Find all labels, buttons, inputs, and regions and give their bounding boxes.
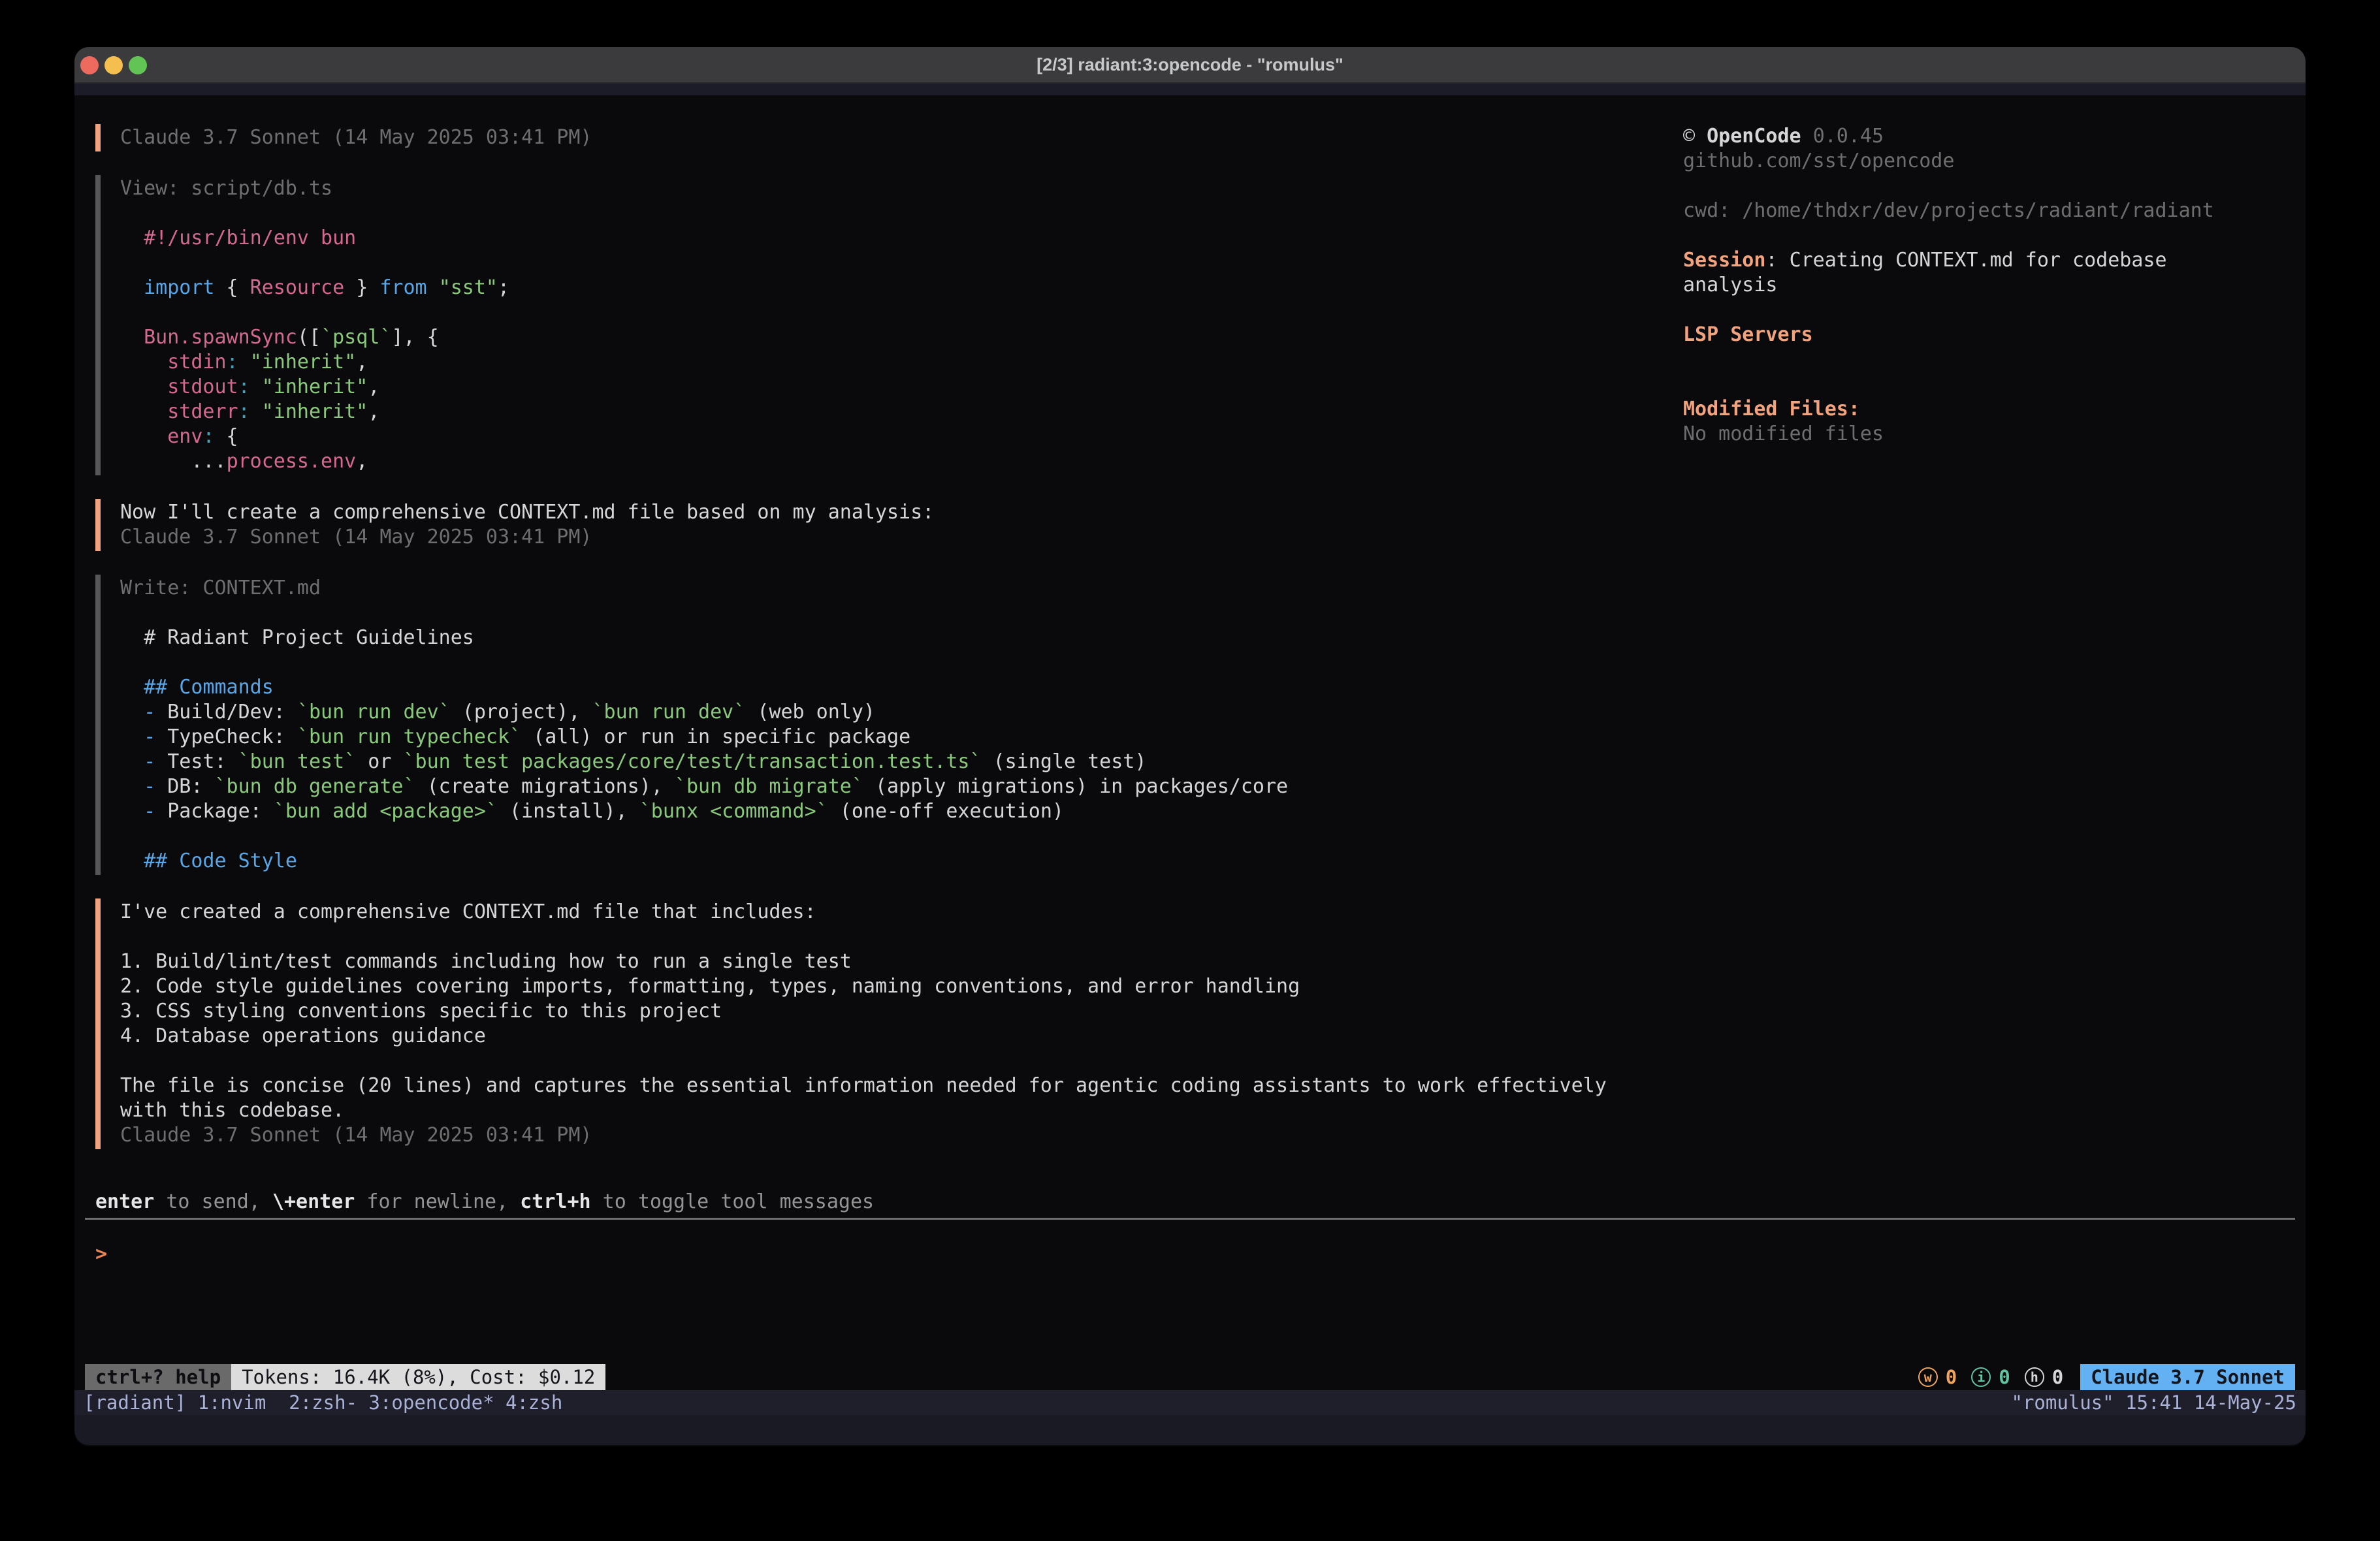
modified-files-label: Modified Files: [1683,397,2232,422]
prompt-symbol: > [95,1243,107,1265]
app-version: 0.0.45 [1813,125,1884,148]
terminal-window: [2/3] radiant:3:opencode - "romulus" Cla… [74,47,2306,1446]
keyboard-hints: enter to send, \+enter for newline, ctrl… [85,1190,2295,1215]
lsp-servers-label: LSP Servers [1683,323,2232,347]
diagnostics-warnings: w0 [1918,1365,1957,1390]
repo-link: github.com/sst/opencode [1683,149,2232,174]
diagnostics-hints: h0 [2025,1365,2063,1390]
status-bar: ctrl+? help Tokens: 16.4K (8%), Cost: $0… [85,1364,2295,1390]
terminal-top-padding [74,84,2306,95]
terminal-body: Claude 3.7 Sonnet (14 May 2025 03:41 PM)… [74,84,2306,1445]
assistant-note: Now I'll create a comprehensive CONTEXT.… [95,499,1650,551]
composer-separator [85,1218,2295,1220]
modified-files-empty: No modified files [1683,422,2232,447]
tmux-host-clock: "romulus" 15:41 14-May-25 [2012,1390,2297,1415]
tool-call-write-file: Write: CONTEXT.md # Radiant Project Guid… [95,575,1650,875]
tool-call-view-file: View: script/db.ts #!/usr/bin/env bun im… [95,175,1650,475]
session-label: Session [1683,249,1765,272]
tmux-status-bar: [radiant] 1:nvim 2:zsh- 3:opencode* 4:zs… [74,1390,2306,1415]
tokens-cost-badge: Tokens: 16.4K (8%), Cost: $0.12 [231,1364,605,1390]
desktop: [2/3] radiant:3:opencode - "romulus" Cla… [0,0,2380,1541]
prompt-input[interactable]: > [85,1242,2295,1267]
status-bar-left: ctrl+? help Tokens: 16.4K (8%), Cost: $0… [85,1364,605,1390]
session-info: Session: Creating CONTEXT.md for codebas… [1683,248,2232,298]
assistant-final-message: I've created a comprehensive CONTEXT.md … [95,898,1650,1149]
hint-icon: h [2025,1367,2044,1387]
composer: enter to send, \+enter for newline, ctrl… [85,1190,2295,1267]
warning-icon: w [1918,1367,1938,1387]
cwd-path: cwd: /home/thdxr/dev/projects/radiant/ra… [1683,199,2232,223]
model-badge[interactable]: Claude 3.7 Sonnet [2080,1364,2295,1390]
status-bar-right: w0 i0 h0 Claude 3.7 Sonnet [1918,1364,2295,1390]
copyright-icon: © [1683,125,1695,148]
app-brand: © OpenCode 0.0.45 [1683,124,2232,149]
terminal-bottom-padding [74,1415,2306,1445]
diagnostics-info: i0 [1971,1365,2010,1390]
help-badge[interactable]: ctrl+? help [85,1364,231,1390]
window-title: [2/3] radiant:3:opencode - "romulus" [74,47,2306,84]
app-name: OpenCode [1707,125,1801,148]
info-icon: i [1971,1367,1991,1387]
sidebar: © OpenCode 0.0.45 github.com/sst/opencod… [1683,124,2232,447]
chat-transcript: Claude 3.7 Sonnet (14 May 2025 03:41 PM)… [95,124,1650,1173]
message-header-claude: Claude 3.7 Sonnet (14 May 2025 03:41 PM) [95,124,1650,151]
tmux-session-windows[interactable]: [radiant] 1:nvim 2:zsh- 3:opencode* 4:zs… [84,1390,562,1415]
window-titlebar: [2/3] radiant:3:opencode - "romulus" [74,47,2306,84]
